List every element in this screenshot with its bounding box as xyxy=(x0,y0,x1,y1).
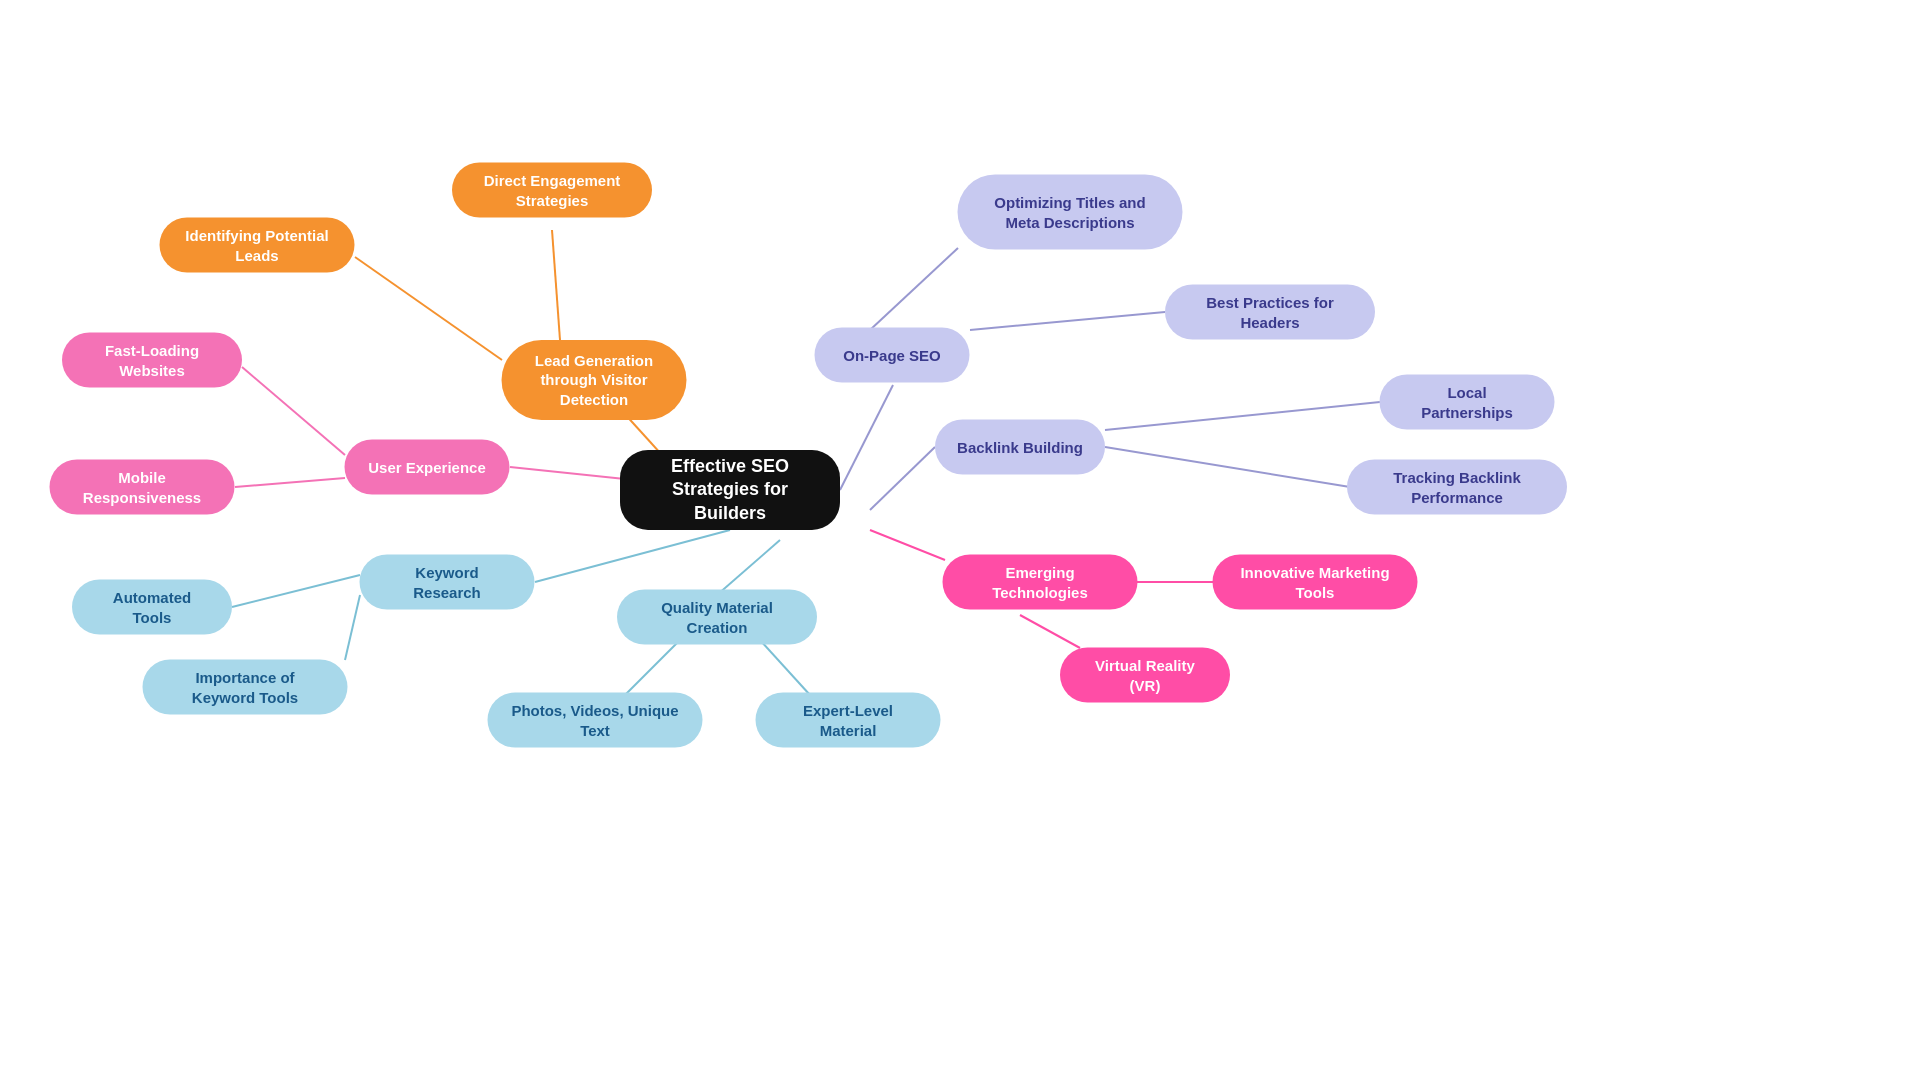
automated-tools-label: Automated Tools xyxy=(94,588,210,627)
direct-engagement-node: Direct Engagement Strategies xyxy=(452,163,652,218)
svg-line-5 xyxy=(235,478,345,487)
optimizing-titles-node: Optimizing Titles and Meta Descriptions xyxy=(958,175,1183,250)
lead-generation-node: Lead Generation through Visitor Detectio… xyxy=(502,340,687,420)
svg-line-4 xyxy=(242,367,345,455)
svg-line-16 xyxy=(620,640,680,700)
svg-line-18 xyxy=(870,530,945,560)
tracking-backlink-node: Tracking Backlink Performance xyxy=(1347,460,1567,515)
on-page-seo-label: On-Page SEO xyxy=(843,345,941,365)
identifying-leads-node: Identifying Potential Leads xyxy=(160,218,355,273)
photos-videos-node: Photos, Videos, Unique Text xyxy=(488,693,703,748)
svg-line-14 xyxy=(345,595,360,660)
svg-line-2 xyxy=(355,257,502,360)
mobile-responsiveness-label: Mobile Responsiveness xyxy=(72,468,213,507)
keyword-research-node: Keyword Research xyxy=(360,555,535,610)
svg-line-13 xyxy=(232,575,360,607)
on-page-seo-node: On-Page SEO xyxy=(815,328,970,383)
svg-line-20 xyxy=(1020,615,1080,648)
expert-level-label: Expert-Level Material xyxy=(778,701,919,740)
keyword-research-label: Keyword Research xyxy=(382,563,513,602)
virtual-reality-label: Virtual Reality (VR) xyxy=(1082,656,1208,695)
innovative-marketing-label: Innovative Marketing Tools xyxy=(1235,563,1396,602)
svg-line-15 xyxy=(717,540,780,595)
virtual-reality-node: Virtual Reality (VR) xyxy=(1060,648,1230,703)
svg-line-7 xyxy=(870,248,958,330)
user-experience-node: User Experience xyxy=(345,440,510,495)
expert-level-node: Expert-Level Material xyxy=(756,693,941,748)
backlink-building-label: Backlink Building xyxy=(957,437,1083,457)
svg-line-10 xyxy=(1105,402,1380,430)
best-practices-node: Best Practices for Headers xyxy=(1165,285,1375,340)
local-partnerships-label: Local Partnerships xyxy=(1402,383,1533,422)
quality-material-label: Quality Material Creation xyxy=(639,598,795,637)
importance-keyword-label: Importance of Keyword Tools xyxy=(165,668,326,707)
photos-videos-label: Photos, Videos, Unique Text xyxy=(510,701,681,740)
importance-keyword-node: Importance of Keyword Tools xyxy=(143,660,348,715)
mobile-responsiveness-node: Mobile Responsiveness xyxy=(50,460,235,515)
tracking-backlink-label: Tracking Backlink Performance xyxy=(1369,468,1545,507)
center-label: Effective SEO Strategies for Builders xyxy=(642,455,818,525)
lead-generation-label: Lead Generation through Visitor Detectio… xyxy=(524,351,665,410)
emerging-tech-label: Emerging Technologies xyxy=(965,563,1116,602)
svg-line-9 xyxy=(870,447,935,510)
svg-line-11 xyxy=(1105,447,1350,487)
local-partnerships-node: Local Partnerships xyxy=(1380,375,1555,430)
fast-loading-label: Fast-Loading Websites xyxy=(84,341,220,380)
direct-engagement-label: Direct Engagement Strategies xyxy=(474,171,630,210)
svg-line-1 xyxy=(552,230,560,340)
svg-line-6 xyxy=(840,385,893,490)
fast-loading-node: Fast-Loading Websites xyxy=(62,333,242,388)
identifying-leads-label: Identifying Potential Leads xyxy=(182,226,333,265)
innovative-marketing-node: Innovative Marketing Tools xyxy=(1213,555,1418,610)
quality-material-node: Quality Material Creation xyxy=(617,590,817,645)
center-node: Effective SEO Strategies for Builders xyxy=(620,450,840,530)
emerging-tech-node: Emerging Technologies xyxy=(943,555,1138,610)
best-practices-label: Best Practices for Headers xyxy=(1187,293,1353,332)
automated-tools-node: Automated Tools xyxy=(72,580,232,635)
svg-line-8 xyxy=(970,312,1165,330)
user-experience-label: User Experience xyxy=(368,457,486,477)
backlink-building-node: Backlink Building xyxy=(935,420,1105,475)
svg-line-17 xyxy=(760,640,810,695)
optimizing-titles-label: Optimizing Titles and Meta Descriptions xyxy=(980,193,1161,232)
svg-line-12 xyxy=(535,530,730,582)
